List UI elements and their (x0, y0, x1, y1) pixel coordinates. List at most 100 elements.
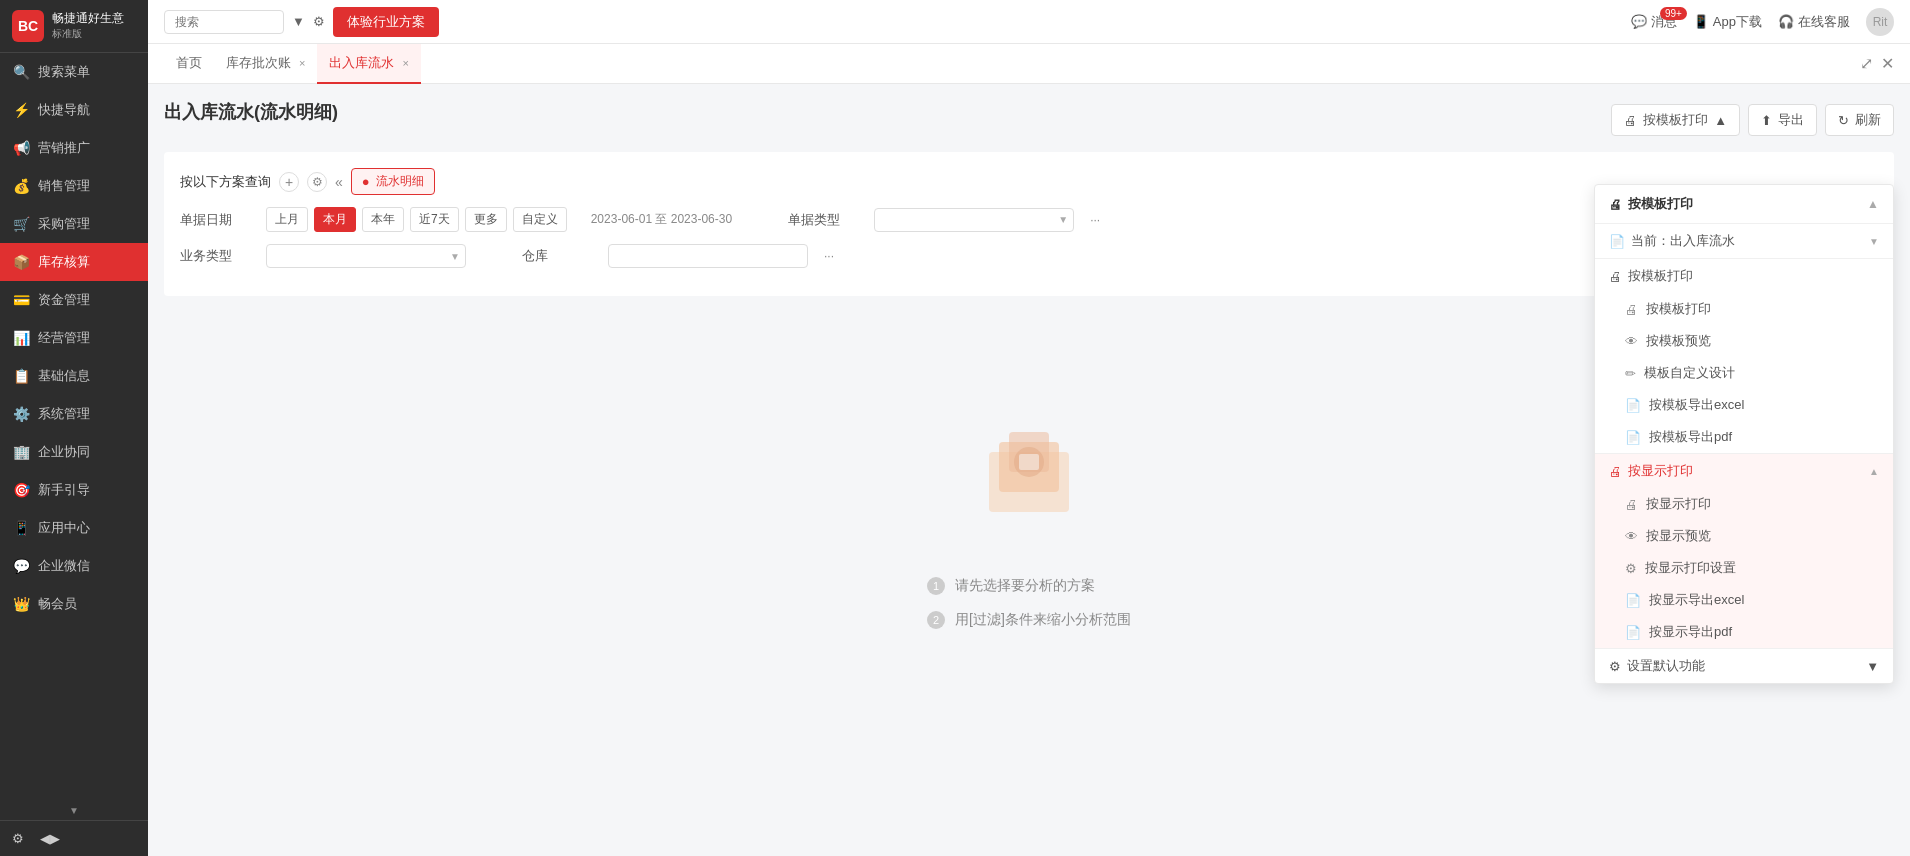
dropdown-footer[interactable]: ⚙ 设置默认功能 ▼ (1595, 649, 1893, 683)
sidebar-item-purchase[interactable]: 🛒 采购管理 (0, 205, 148, 243)
online-service-btn[interactable]: 🎧 在线客服 (1778, 13, 1850, 31)
topbar-search-input[interactable] (164, 10, 284, 34)
filter-tag-label: 流水明细 (376, 173, 424, 190)
sidebar-item-member-label: 畅会员 (38, 595, 77, 613)
sidebar-item-inventory[interactable]: 📦 库存核算 (0, 243, 148, 281)
business-type-select-wrapper: ▼ (266, 244, 466, 268)
sidebar-item-sales[interactable]: 💰 销售管理 (0, 167, 148, 205)
sidebar-item-system[interactable]: ⚙️ 系统管理 (0, 395, 148, 433)
sidebar-item-sales-label: 销售管理 (38, 177, 90, 195)
filter-collapse-icon[interactable]: « (335, 174, 343, 190)
date-btn-custom[interactable]: 自定义 (513, 207, 567, 232)
dropdown-up-arrow[interactable]: ▲ (1867, 197, 1879, 211)
warehouse-input[interactable] (608, 244, 808, 268)
page-header: 出入库流水(流水明细) 🖨 按模板打印 ▲ ⬆ 导出 ↻ 刷新 (164, 100, 1894, 140)
sidebar-item-app[interactable]: 📱 应用中心 (0, 509, 148, 547)
voucher-type-more[interactable]: ··· (1090, 213, 1100, 227)
close-tab-btn[interactable]: ✕ (1881, 54, 1894, 73)
sidebar-item-search[interactable]: 🔍 搜索菜单 (0, 53, 148, 91)
member-icon: 👑 (12, 595, 30, 613)
footer-label: 设置默认功能 (1627, 657, 1705, 675)
tab-batch-close[interactable]: × (299, 57, 305, 69)
sidebar-item-search-label: 搜索菜单 (38, 63, 90, 81)
industry-btn[interactable]: 体验行业方案 (333, 7, 439, 37)
dropdown-item-display-preview[interactable]: 👁 按显示预览 (1595, 520, 1893, 552)
collapse-sidebar-btn[interactable]: ◀▶ (40, 831, 60, 846)
business-type-select[interactable] (266, 244, 466, 268)
dropdown-current-header[interactable]: 📄 当前：出入库流水 ▼ (1595, 224, 1893, 258)
template-print-btn[interactable]: 🖨 按模板打印 ▲ (1611, 104, 1740, 136)
dropdown-item-display-print[interactable]: 🖨 按显示打印 (1595, 488, 1893, 520)
topbar-right: 💬 消息 99+ 📱 App下载 🎧 在线客服 Rit (1631, 8, 1894, 36)
dropdown-item-template-preview[interactable]: 👁 按模板预览 (1595, 325, 1893, 357)
dropdown-item-template-pdf[interactable]: 📄 按模板导出pdf (1595, 421, 1893, 453)
settings-icon[interactable]: ⚙ (12, 831, 24, 846)
newbie-icon: 🎯 (12, 481, 30, 499)
sidebar-item-basic[interactable]: 📋 基础信息 (0, 357, 148, 395)
printer-icon: 🖨 (1624, 113, 1637, 128)
settings-gear-icon[interactable]: ⚙ (313, 14, 325, 29)
tab-batch-label: 库存批次账 (226, 54, 291, 72)
sidebar-item-wechat-label: 企业微信 (38, 557, 90, 575)
tab-batch[interactable]: 库存批次账 × (214, 44, 317, 84)
filter-add-btn[interactable]: + (279, 172, 299, 192)
sidebar-item-enterprise[interactable]: 🏢 企业协同 (0, 433, 148, 471)
footer-settings-icon: ⚙ (1609, 659, 1621, 674)
date-btn-last-month[interactable]: 上月 (266, 207, 308, 232)
dropdown-display-section: 🖨 按显示打印 ▲ 🖨 按显示打印 👁 按显示预览 ⚙ 按显示打印设置 (1595, 454, 1893, 649)
message-btn[interactable]: 💬 消息 99+ (1631, 13, 1677, 31)
item-template-print-label: 按模板打印 (1646, 300, 1711, 318)
dropdown-item-template-design[interactable]: ✏ 模板自定义设计 (1595, 357, 1893, 389)
sidebar-item-finance[interactable]: 💳 资金管理 (0, 281, 148, 319)
message-badge: 99+ (1660, 7, 1687, 20)
dropdown-item-template-print[interactable]: 🖨 按模板打印 (1595, 293, 1893, 325)
main-container: ▼ ⚙ 体验行业方案 💬 消息 99+ 📱 App下载 🎧 在线客服 Rit (148, 0, 1910, 856)
quick-nav-icon: ⚡ (12, 101, 30, 119)
sidebar-item-wechat[interactable]: 💬 企业微信 (0, 547, 148, 585)
display-pdf-icon: 📄 (1625, 625, 1641, 640)
tab-current[interactable]: 出入库流水 × (317, 44, 420, 84)
filter-title: 按以下方案查询 (180, 173, 271, 191)
filter-tag-active[interactable]: ● 流水明细 (351, 168, 435, 195)
tab-home-label: 首页 (176, 54, 202, 72)
dropdown-item-display-pdf[interactable]: 📄 按显示导出pdf (1595, 616, 1893, 648)
chevron-down-icon[interactable]: ▼ (292, 14, 305, 29)
sidebar: BC 畅捷通好生意 标准版 🔍 搜索菜单 ⚡ 快捷导航 📢 营销推广 💰 销售管… (0, 0, 148, 856)
date-btn-this-month[interactable]: 本月 (314, 207, 356, 232)
filter-settings-btn[interactable]: ⚙ (307, 172, 327, 192)
finance-icon: 💳 (12, 291, 30, 309)
display-section-arrow: ▲ (1869, 466, 1879, 477)
refresh-btn[interactable]: ↻ 刷新 (1825, 104, 1894, 136)
scroll-down-btn[interactable]: ▼ (69, 805, 79, 816)
warehouse-more[interactable]: ··· (824, 249, 834, 263)
logo-icon: BC (12, 10, 44, 42)
sidebar-item-marketing[interactable]: 📢 营销推广 (0, 129, 148, 167)
dropdown-item-template-excel[interactable]: 📄 按模板导出excel (1595, 389, 1893, 421)
dropdown-template-header[interactable]: 🖨 按模板打印 (1595, 259, 1893, 293)
printer-icon-dropdown: 🖨 (1609, 197, 1622, 212)
maximize-btn[interactable]: ⤢ (1860, 54, 1873, 73)
sidebar-item-quick-nav[interactable]: ⚡ 快捷导航 (0, 91, 148, 129)
sidebar-item-member[interactable]: 👑 畅会员 (0, 585, 148, 623)
current-icon: 📄 (1609, 234, 1625, 249)
app-download-btn[interactable]: 📱 App下载 (1693, 13, 1762, 31)
export-btn[interactable]: ⬆ 导出 (1748, 104, 1817, 136)
tab-current-close[interactable]: × (402, 57, 408, 69)
sidebar-item-operations[interactable]: 📊 经营管理 (0, 319, 148, 357)
dropdown-footer-item: ⚙ 设置默认功能 ▼ (1609, 657, 1879, 675)
dropdown-display-header[interactable]: 🖨 按显示打印 ▲ (1595, 454, 1893, 488)
sidebar-item-newbie[interactable]: 🎯 新手引导 (0, 471, 148, 509)
dropdown-current-label: 📄 当前：出入库流水 (1609, 232, 1735, 250)
tab-home[interactable]: 首页 (164, 44, 214, 84)
date-btn-this-year[interactable]: 本年 (362, 207, 404, 232)
tab-current-label: 出入库流水 (329, 54, 394, 72)
date-btn-more[interactable]: 更多 (465, 207, 507, 232)
dropdown-item-display-excel[interactable]: 📄 按显示导出excel (1595, 584, 1893, 616)
dropdown-template-label: 🖨 按模板打印 (1609, 267, 1693, 285)
user-avatar: Rit (1866, 8, 1894, 36)
voucher-type-select[interactable] (874, 208, 1074, 232)
user-menu-btn[interactable]: Rit (1866, 8, 1894, 36)
date-btn-7days[interactable]: 近7天 (410, 207, 459, 232)
system-icon: ⚙️ (12, 405, 30, 423)
dropdown-item-display-settings[interactable]: ⚙ 按显示打印设置 (1595, 552, 1893, 584)
